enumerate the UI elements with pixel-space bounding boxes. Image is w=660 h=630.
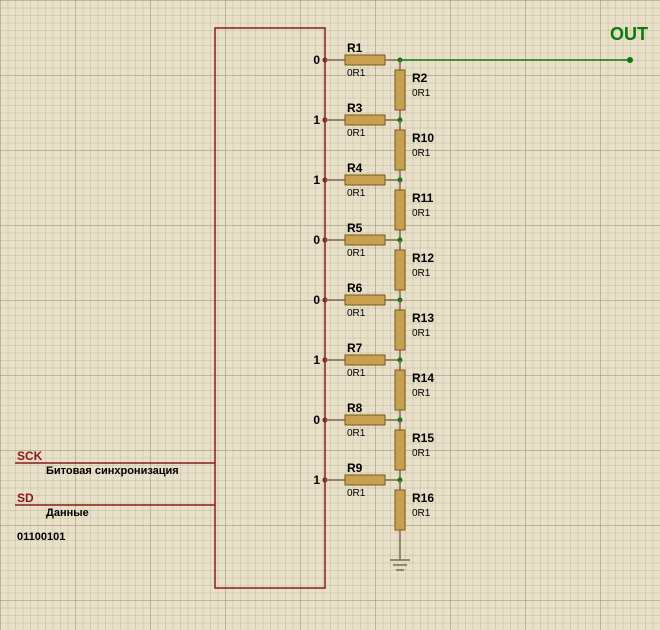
res-v-4-ref: R13 bbox=[412, 311, 434, 325]
row-7: 0 R8 0R1 bbox=[313, 401, 402, 439]
row-6: 1 R7 0R1 bbox=[313, 341, 402, 379]
out-label: OUT bbox=[610, 24, 648, 44]
res-v-3-val: 0R1 bbox=[412, 268, 431, 279]
bit-1: 1 bbox=[313, 113, 320, 127]
row-1: 0 R1 0R1 bbox=[313, 41, 402, 79]
res-v-5-ref: R14 bbox=[412, 371, 434, 385]
res-v-5-val: 0R1 bbox=[412, 388, 431, 399]
sck-desc: Битовая синхронизация bbox=[46, 465, 179, 477]
row-5: 0 R6 0R1 bbox=[313, 281, 402, 319]
vres-0: R2 0R1 bbox=[395, 60, 431, 120]
bit-2: 1 bbox=[313, 173, 320, 187]
vres-1: R10 0R1 bbox=[395, 120, 434, 180]
res-h-1-val: 0R1 bbox=[347, 128, 366, 139]
vres-4: R13 0R1 bbox=[395, 300, 434, 360]
res-h-7-ref: R9 bbox=[347, 461, 363, 475]
res-v-7-val: 0R1 bbox=[412, 508, 431, 519]
res-h-5-ref: R7 bbox=[347, 341, 363, 355]
vres-6: R15 0R1 bbox=[395, 420, 434, 480]
res-v-3-ref: R12 bbox=[412, 251, 434, 265]
res-v-6-val: 0R1 bbox=[412, 448, 431, 459]
row-2: 1 R3 0R1 bbox=[313, 101, 402, 139]
bit-3: 0 bbox=[313, 233, 320, 247]
bit-0: 0 bbox=[313, 53, 320, 67]
res-v-0-val: 0R1 bbox=[412, 88, 431, 99]
res-v-6-ref: R15 bbox=[412, 431, 434, 445]
res-h-4-val: 0R1 bbox=[347, 308, 366, 319]
res-v-4-val: 0R1 bbox=[412, 328, 431, 339]
vres-2: R11 0R1 bbox=[395, 180, 434, 240]
res-h-0-ref: R1 bbox=[347, 41, 363, 55]
res-v-2-ref: R11 bbox=[412, 191, 434, 205]
bit-6: 0 bbox=[313, 413, 320, 427]
row-3: 1 R4 0R1 bbox=[313, 161, 402, 199]
res-h-4-ref: R6 bbox=[347, 281, 363, 295]
res-v-2-val: 0R1 bbox=[412, 208, 431, 219]
bit-5: 1 bbox=[313, 353, 320, 367]
res-v-0-ref: R2 bbox=[412, 71, 428, 85]
row-4: 0 R5 0R1 bbox=[313, 221, 402, 259]
resistor-h-1 bbox=[345, 115, 385, 125]
res-h-6-ref: R8 bbox=[347, 401, 363, 415]
rows: 0 R1 0R1 R2 0R1 1 R3 0R1 bbox=[313, 41, 434, 560]
res-h-0-val: 0R1 bbox=[347, 68, 366, 79]
res-v-7-ref: R16 bbox=[412, 491, 434, 505]
res-h-5-val: 0R1 bbox=[347, 368, 366, 379]
resistor-v-0 bbox=[395, 70, 405, 110]
ground-icon bbox=[390, 560, 410, 570]
out-terminal bbox=[627, 57, 633, 63]
res-h-3-ref: R5 bbox=[347, 221, 363, 235]
schematic: OUT SCK Битовая синхронизация SD Данные … bbox=[0, 0, 660, 630]
sd-desc: Данные bbox=[46, 507, 89, 519]
res-h-7-val: 0R1 bbox=[347, 488, 366, 499]
res-v-1-ref: R10 bbox=[412, 131, 434, 145]
sck-name: SCK bbox=[17, 449, 43, 463]
res-h-2-ref: R4 bbox=[347, 161, 363, 175]
bit-4: 0 bbox=[313, 293, 320, 307]
res-h-1-ref: R3 bbox=[347, 101, 363, 115]
bitstring: 01100101 bbox=[17, 531, 65, 543]
res-h-3-val: 0R1 bbox=[347, 248, 366, 259]
bit-7: 1 bbox=[313, 473, 320, 487]
ic-block bbox=[215, 28, 325, 588]
vres-7: R16 0R1 bbox=[395, 480, 434, 560]
res-v-1-val: 0R1 bbox=[412, 148, 431, 159]
vres-5: R14 0R1 bbox=[395, 360, 434, 420]
resistor-h-0 bbox=[345, 55, 385, 65]
row-8: 1 R9 0R1 bbox=[313, 461, 402, 499]
sd-name: SD bbox=[17, 491, 34, 505]
res-h-2-val: 0R1 bbox=[347, 188, 366, 199]
vres-3: R12 0R1 bbox=[395, 240, 434, 300]
res-h-6-val: 0R1 bbox=[347, 428, 366, 439]
